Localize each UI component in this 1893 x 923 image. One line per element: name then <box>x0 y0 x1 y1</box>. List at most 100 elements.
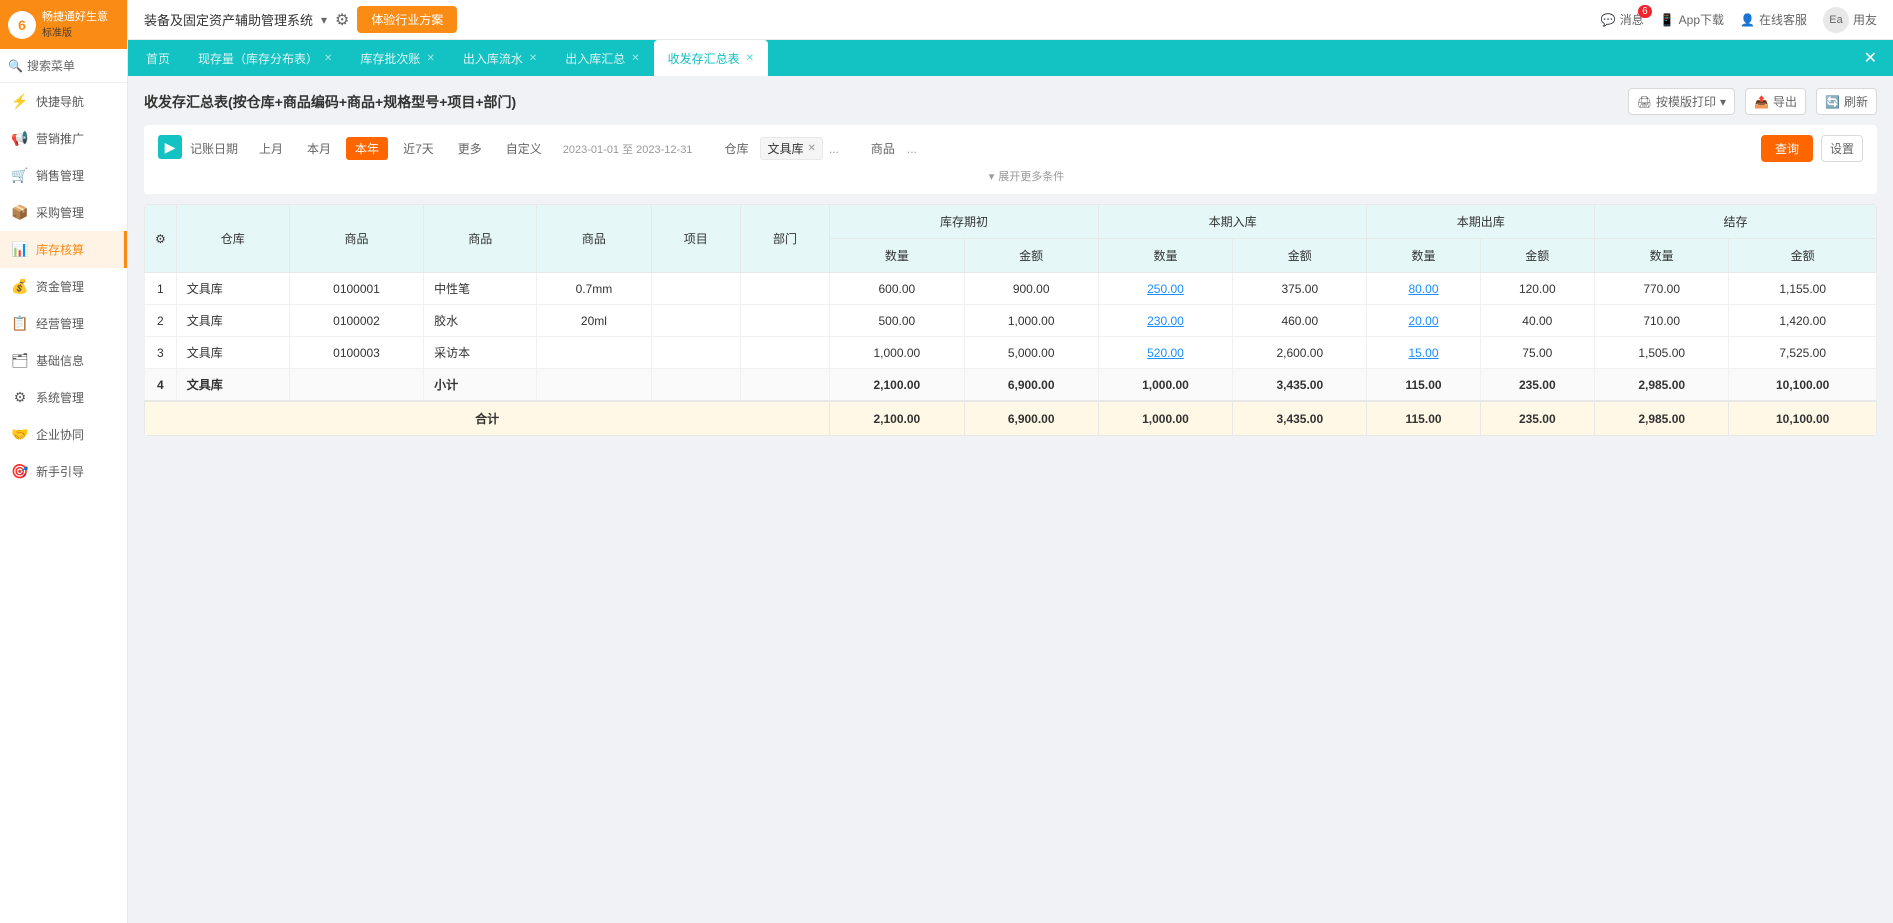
col-out-qty: 数量 <box>1367 239 1480 273</box>
date-btn-this-year[interactable]: 本年 <box>346 137 388 160</box>
row-bal-amt: 7,525.00 <box>1729 337 1877 369</box>
sidebar-item-sales[interactable]: 🛒 销售管理 <box>0 157 127 194</box>
date-btn-7days[interactable]: 近7天 <box>394 137 443 160</box>
date-btn-custom[interactable]: 自定义 <box>497 137 551 160</box>
quick-nav-icon: ⚡ <box>12 94 28 110</box>
table-row: 2 文具库 0100002 胶水 20ml 500.00 1,000.00 23… <box>145 305 1877 337</box>
page-actions: 🖨 按模版打印 ▾ 📤 导出 🔄 刷新 <box>1628 88 1877 115</box>
tab-home[interactable]: 首页 <box>132 40 184 76</box>
refresh-icon: 🔄 <box>1825 95 1840 109</box>
refresh-button[interactable]: 🔄 刷新 <box>1816 88 1877 115</box>
date-btn-more[interactable]: 更多 <box>449 137 491 160</box>
tab-close-active-icon[interactable]: ✕ <box>746 53 754 64</box>
sidebar-item-system[interactable]: ⚙ 系统管理 <box>0 379 127 416</box>
query-button[interactable]: 查询 <box>1761 135 1813 162</box>
warehouse-more-button[interactable]: ... <box>829 142 839 156</box>
tab-inout-summary[interactable]: 出入库汇总 ✕ <box>551 40 653 76</box>
sidebar-item-guide[interactable]: 🎯 新手引导 <box>0 453 127 490</box>
tab-label: 出入库汇总 <box>565 50 625 67</box>
message-item[interactable]: 💬 消息 6 <box>1601 11 1644 28</box>
footer-out-qty: 115.00 <box>1367 401 1480 436</box>
tab-batch[interactable]: 库存批次账 ✕ <box>346 40 448 76</box>
tab-close-icon[interactable]: ✕ <box>426 53 434 64</box>
row-out-qty[interactable]: 15.00 <box>1367 337 1480 369</box>
sidebar-item-purchase[interactable]: 📦 采购管理 <box>0 194 127 231</box>
sidebar-item-operation[interactable]: 📋 经营管理 <box>0 305 127 342</box>
sidebar-item-quick-nav[interactable]: ⚡ 快捷导航 <box>0 83 127 120</box>
tab-inout-flow[interactable]: 出入库流水 ✕ <box>449 40 551 76</box>
col-in-amt: 金额 <box>1233 239 1367 273</box>
topbar: 装备及固定资产辅助管理系统 ▾ ⚙ 体验行业方案 💬 消息 6 📱 App下载 … <box>128 0 1893 40</box>
row-out-qty: 115.00 <box>1367 369 1480 402</box>
col-in-qty: 数量 <box>1098 239 1232 273</box>
sidebar-item-inventory[interactable]: 📊 库存核算 <box>0 231 127 268</box>
row-code: 0100001 <box>289 273 423 305</box>
trial-button[interactable]: 体验行业方案 <box>357 6 457 33</box>
goods-more-button[interactable]: ... <box>907 142 917 156</box>
row-in-qty[interactable]: 250.00 <box>1098 273 1232 305</box>
guide-icon: 🎯 <box>12 464 28 480</box>
row-out-amt: 40.00 <box>1480 305 1594 337</box>
sidebar-item-corp[interactable]: 🤝 企业协同 <box>0 416 127 453</box>
row-warehouse: 文具库 <box>176 337 289 369</box>
filter-toggle-button[interactable]: ▶ <box>158 135 182 159</box>
operation-icon: 📋 <box>12 316 28 332</box>
row-open-amt: 1,000.00 <box>964 305 1098 337</box>
sidebar: 6 畅捷通好生意 标准版 🔍 搜索菜单 ⚡ 快捷导航 📢 营销推广 🛒 销售管理… <box>0 0 128 923</box>
row-in-qty[interactable]: 520.00 <box>1098 337 1232 369</box>
date-label: 记账日期 <box>190 140 238 157</box>
search-menu[interactable]: 🔍 搜索菜单 <box>0 49 127 83</box>
row-in-amt: 460.00 <box>1233 305 1367 337</box>
table-footer: 合计 2,100.00 6,900.00 1,000.00 3,435.00 1… <box>145 401 1877 436</box>
tab-close-icon[interactable]: ✕ <box>631 53 639 64</box>
date-group: 上月 本月 本年 近7天 更多 自定义 2023-01-01 至 2023-12… <box>250 137 692 160</box>
row-code: 0100003 <box>289 337 423 369</box>
sidebar-item-label: 销售管理 <box>36 167 84 184</box>
date-btn-last-month[interactable]: 上月 <box>250 137 292 160</box>
user-item[interactable]: Ea 用友 <box>1823 7 1877 33</box>
app-download-item[interactable]: 📱 App下载 <box>1660 11 1724 28</box>
print-button[interactable]: 🖨 按模版打印 ▾ <box>1628 88 1735 115</box>
user-label: 用友 <box>1853 11 1877 28</box>
settings-icon[interactable]: ⚙ <box>335 10 349 30</box>
sidebar-item-label: 营销推广 <box>36 130 84 147</box>
warehouse-tag-close[interactable]: ✕ <box>807 143 815 154</box>
row-project <box>651 369 740 402</box>
sidebar-item-marketing[interactable]: 📢 营销推广 <box>0 120 127 157</box>
system-dropdown[interactable]: ▾ <box>321 13 327 27</box>
row-open-amt: 5,000.00 <box>964 337 1098 369</box>
main-area: 装备及固定资产辅助管理系统 ▾ ⚙ 体验行业方案 💬 消息 6 📱 App下载 … <box>128 0 1893 923</box>
row-out-amt: 235.00 <box>1480 369 1594 402</box>
expand-conditions-button[interactable]: ▾ 展开更多条件 <box>989 168 1065 184</box>
sidebar-item-finance[interactable]: 💰 资金管理 <box>0 268 127 305</box>
row-out-amt: 75.00 <box>1480 337 1594 369</box>
tab-label: 现存量（库存分布表） <box>198 50 318 67</box>
row-open-qty: 2,100.00 <box>830 369 964 402</box>
date-btn-this-month[interactable]: 本月 <box>298 137 340 160</box>
close-all-tabs-button[interactable]: ✕ <box>1852 48 1889 68</box>
export-button[interactable]: 📤 导出 <box>1745 88 1806 115</box>
tab-current-stock[interactable]: 现存量（库存分布表） ✕ <box>184 40 346 76</box>
warehouse-tag[interactable]: 文具库 ✕ <box>760 137 822 160</box>
row-out-amt: 120.00 <box>1480 273 1594 305</box>
row-dept <box>740 305 829 337</box>
table-row: 1 文具库 0100001 中性笔 0.7mm 600.00 900.00 25… <box>145 273 1877 305</box>
tab-close-icon[interactable]: ✕ <box>529 53 537 64</box>
row-out-qty[interactable]: 20.00 <box>1367 305 1480 337</box>
print-icon: 🖨 <box>1637 95 1652 109</box>
row-in-qty[interactable]: 230.00 <box>1098 305 1232 337</box>
tab-close-icon[interactable]: ✕ <box>324 53 332 64</box>
row-code <box>289 369 423 402</box>
data-table: ⚙ 仓库 商品 商品 商品 项目 部门 库存期初 本期入库 本期出库 结存 数量 <box>144 204 1877 436</box>
settings-button[interactable]: 设置 <box>1821 135 1863 162</box>
sidebar-item-label: 快捷导航 <box>36 93 84 110</box>
filter-card: ▶ 记账日期 上月 本月 本年 近7天 更多 自定义 2023-01-01 至 … <box>144 125 1877 194</box>
goods-filter: ... <box>907 142 917 156</box>
export-icon: 📤 <box>1754 95 1769 109</box>
row-out-qty[interactable]: 80.00 <box>1367 273 1480 305</box>
online-service-item[interactable]: 👤 在线客服 <box>1740 11 1807 28</box>
col-settings[interactable]: ⚙ <box>145 205 177 273</box>
topbar-right: 💬 消息 6 📱 App下载 👤 在线客服 Ea 用友 <box>1601 7 1877 33</box>
sidebar-item-basic[interactable]: 🗂 基础信息 <box>0 342 127 379</box>
tab-recv-send-summary[interactable]: 收发存汇总表 ✕ <box>654 40 768 76</box>
